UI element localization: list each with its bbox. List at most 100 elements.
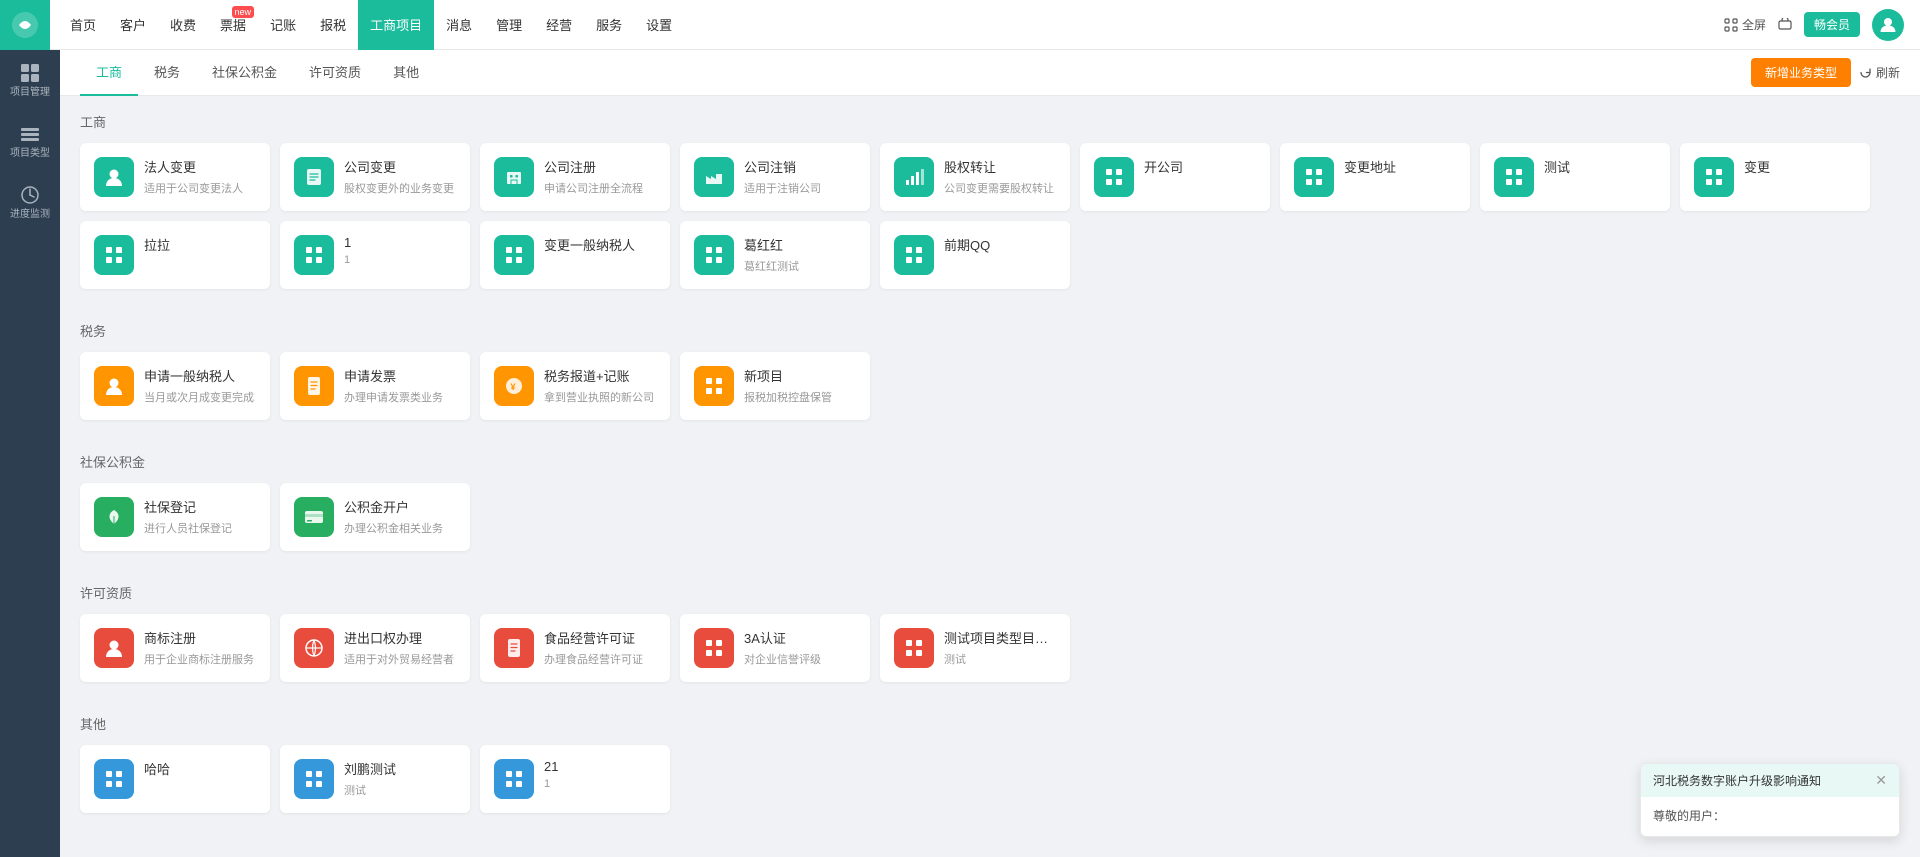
- card-test[interactable]: 测试: [1480, 143, 1670, 211]
- card-desc-food-license: 办理食品经营许可证: [544, 651, 656, 667]
- card-icon-change: [1694, 157, 1734, 197]
- card-gehonghong[interactable]: 葛红红葛红红测试: [680, 221, 870, 289]
- tab-social[interactable]: 社保公积金: [196, 50, 293, 96]
- nav-item-industry[interactable]: 工商项目: [358, 0, 434, 50]
- tab-license[interactable]: 许可资质: [293, 50, 377, 96]
- card-icon-company-change: [294, 157, 334, 197]
- logo[interactable]: [0, 0, 50, 50]
- card-change-taxpayer[interactable]: 变更一般纳税人: [480, 221, 670, 289]
- card-company-register[interactable]: 公司注册申请公司注册全流程: [480, 143, 670, 211]
- card-info-gehonghong: 葛红红葛红红测试: [744, 235, 856, 274]
- refresh-button[interactable]: 刷新: [1859, 64, 1900, 81]
- nav-item-messages[interactable]: 消息: [434, 0, 484, 50]
- card-trademark[interactable]: 商标注册用于企业商标注册服务: [80, 614, 270, 682]
- card-icon-twenty-one: [494, 759, 534, 799]
- card-info-legal-change: 法人变更适用于公司变更法人: [144, 157, 256, 196]
- card-info-apply-taxpayer: 申请一般纳税人当月或次月成变更完成: [144, 366, 256, 405]
- card-title-test-type: 测试项目类型目定义: [944, 628, 1056, 647]
- tab-other[interactable]: 其他: [377, 50, 435, 96]
- card-haha[interactable]: 哈哈: [80, 745, 270, 813]
- section-title-industry-section: 工商: [80, 112, 1900, 131]
- card-equity-transfer[interactable]: 股权转让公司变更需要股权转让: [880, 143, 1070, 211]
- card-info-test: 测试: [1544, 157, 1656, 180]
- nav-item-tax[interactable]: 报税: [308, 0, 358, 50]
- card-open-company[interactable]: 开公司: [1080, 143, 1270, 211]
- card-one[interactable]: 11: [280, 221, 470, 289]
- card-info-twenty-one: 211: [544, 759, 656, 790]
- topnav: 首页客户收费票据new记账报税工商项目消息管理经营服务设置 全屏 畅会员: [0, 0, 1920, 50]
- card-company-cancel[interactable]: 公司注销适用于注销公司: [680, 143, 870, 211]
- card-desc-social-register: 进行人员社保登记: [144, 520, 256, 536]
- nav-item-operations[interactable]: 经营: [534, 0, 584, 50]
- avatar[interactable]: [1872, 9, 1904, 41]
- cards-grid-tax-section: 申请一般纳税人当月或次月成变更完成申请发票办理申请发票类业务¥税务报道+记账拿到…: [80, 352, 1900, 420]
- member-btn[interactable]: 畅会员: [1804, 12, 1860, 37]
- card-title-trademark: 商标注册: [144, 628, 256, 647]
- card-icon-apply-taxpayer: [94, 366, 134, 406]
- sidebar-item-project-type[interactable]: 项目类型: [6, 111, 54, 172]
- card-info-company-cancel: 公司注销适用于注销公司: [744, 157, 856, 196]
- nav-item-home[interactable]: 首页: [58, 0, 108, 50]
- card-twenty-one[interactable]: 211: [480, 745, 670, 813]
- card-legal-change[interactable]: 法人变更适用于公司变更法人: [80, 143, 270, 211]
- card-info-company-register: 公司注册申请公司注册全流程: [544, 157, 656, 196]
- nav-items: 首页客户收费票据new记账报税工商项目消息管理经营服务设置: [58, 0, 684, 50]
- notif-header: 河北税务数字账户升级影响通知 ✕: [1641, 764, 1899, 797]
- nav-item-customer[interactable]: 客户: [108, 0, 158, 50]
- notif-close[interactable]: ✕: [1875, 772, 1887, 789]
- tab-bar: 工商税务社保公积金许可资质其他 新增业务类型 刷新: [60, 50, 1920, 96]
- card-apply-invoice[interactable]: 申请发票办理申请发票类业务: [280, 352, 470, 420]
- card-title-tax-report-accounting: 税务报道+记账: [544, 366, 656, 385]
- card-info-social-register: 社保登记进行人员社保登记: [144, 497, 256, 536]
- card-icon-3a-cert: [694, 628, 734, 668]
- card-title-company-change: 公司变更: [344, 157, 456, 176]
- fullscreen-btn[interactable]: 全屏: [1724, 16, 1766, 33]
- section-license-section: 许可资质商标注册用于企业商标注册服务进出口权办理适用于对外贸易经营者食品经营许可…: [60, 567, 1920, 698]
- card-new-project[interactable]: 新项目报税加税控盘保管: [680, 352, 870, 420]
- card-food-license[interactable]: 食品经营许可证办理食品经营许可证: [480, 614, 670, 682]
- topnav-right: 全屏 畅会员: [1724, 9, 1904, 41]
- nav-item-settings[interactable]: 设置: [634, 0, 684, 50]
- sidebar-item-progress-monitor[interactable]: 进度监测: [6, 172, 54, 233]
- card-desc-import-export: 适用于对外贸易经营者: [344, 651, 456, 667]
- card-title-haha: 哈哈: [144, 759, 256, 778]
- card-icon-trademark: [94, 628, 134, 668]
- card-test-type[interactable]: 测试项目类型目定义测试: [880, 614, 1070, 682]
- card-import-export[interactable]: 进出口权办理适用于对外贸易经营者: [280, 614, 470, 682]
- card-social-register[interactable]: 社保登记进行人员社保登记: [80, 483, 270, 551]
- section-social-section: 社保公积金社保登记进行人员社保登记公积金开户办理公积金相关业务: [60, 436, 1920, 567]
- card-icon-food-license: [494, 628, 534, 668]
- card-info-liupeng-test: 刘鹏测试测试: [344, 759, 456, 798]
- card-early-qq[interactable]: 前期QQ: [880, 221, 1070, 289]
- card-tax-report-accounting[interactable]: ¥税务报道+记账拿到营业执照的新公司: [480, 352, 670, 420]
- card-info-change-address: 变更地址: [1344, 157, 1456, 180]
- card-title-new-project: 新项目: [744, 366, 856, 385]
- sidebar-item-project-manage[interactable]: 项目管理: [6, 50, 54, 111]
- fullscreen-label: 全屏: [1742, 16, 1766, 33]
- card-info-food-license: 食品经营许可证办理食品经营许可证: [544, 628, 656, 667]
- card-company-change[interactable]: 公司变更股权变更外的业务变更: [280, 143, 470, 211]
- card-icon-change-taxpayer: [494, 235, 534, 275]
- nav-item-manage[interactable]: 管理: [484, 0, 534, 50]
- card-icon-social-register: [94, 497, 134, 537]
- nav-item-tickets[interactable]: 票据new: [208, 0, 258, 50]
- card-icon-early-qq: [894, 235, 934, 275]
- sidebar-label-project-manage: 项目管理: [10, 87, 50, 99]
- card-lala[interactable]: 拉拉: [80, 221, 270, 289]
- card-fund-account[interactable]: 公积金开户办理公积金相关业务: [280, 483, 470, 551]
- card-change-address[interactable]: 变更地址: [1280, 143, 1470, 211]
- card-3a-cert[interactable]: 3A认证对企业信誉评级: [680, 614, 870, 682]
- tab-industry[interactable]: 工商: [80, 50, 138, 96]
- new-type-button[interactable]: 新增业务类型: [1751, 58, 1851, 87]
- nav-item-billing[interactable]: 收费: [158, 0, 208, 50]
- card-apply-taxpayer[interactable]: 申请一般纳税人当月或次月成变更完成: [80, 352, 270, 420]
- nav-item-accounting[interactable]: 记账: [258, 0, 308, 50]
- card-icon-import-export: [294, 628, 334, 668]
- tab-tax[interactable]: 税务: [138, 50, 196, 96]
- card-liupeng-test[interactable]: 刘鹏测试测试: [280, 745, 470, 813]
- card-desc-trademark: 用于企业商标注册服务: [144, 651, 256, 667]
- nav-item-service[interactable]: 服务: [584, 0, 634, 50]
- cards-grid-other-section: 哈哈 刘鹏测试测试 211: [80, 745, 1900, 813]
- card-desc-tax-report-accounting: 拿到营业执照的新公司: [544, 389, 656, 405]
- card-change[interactable]: 变更: [1680, 143, 1870, 211]
